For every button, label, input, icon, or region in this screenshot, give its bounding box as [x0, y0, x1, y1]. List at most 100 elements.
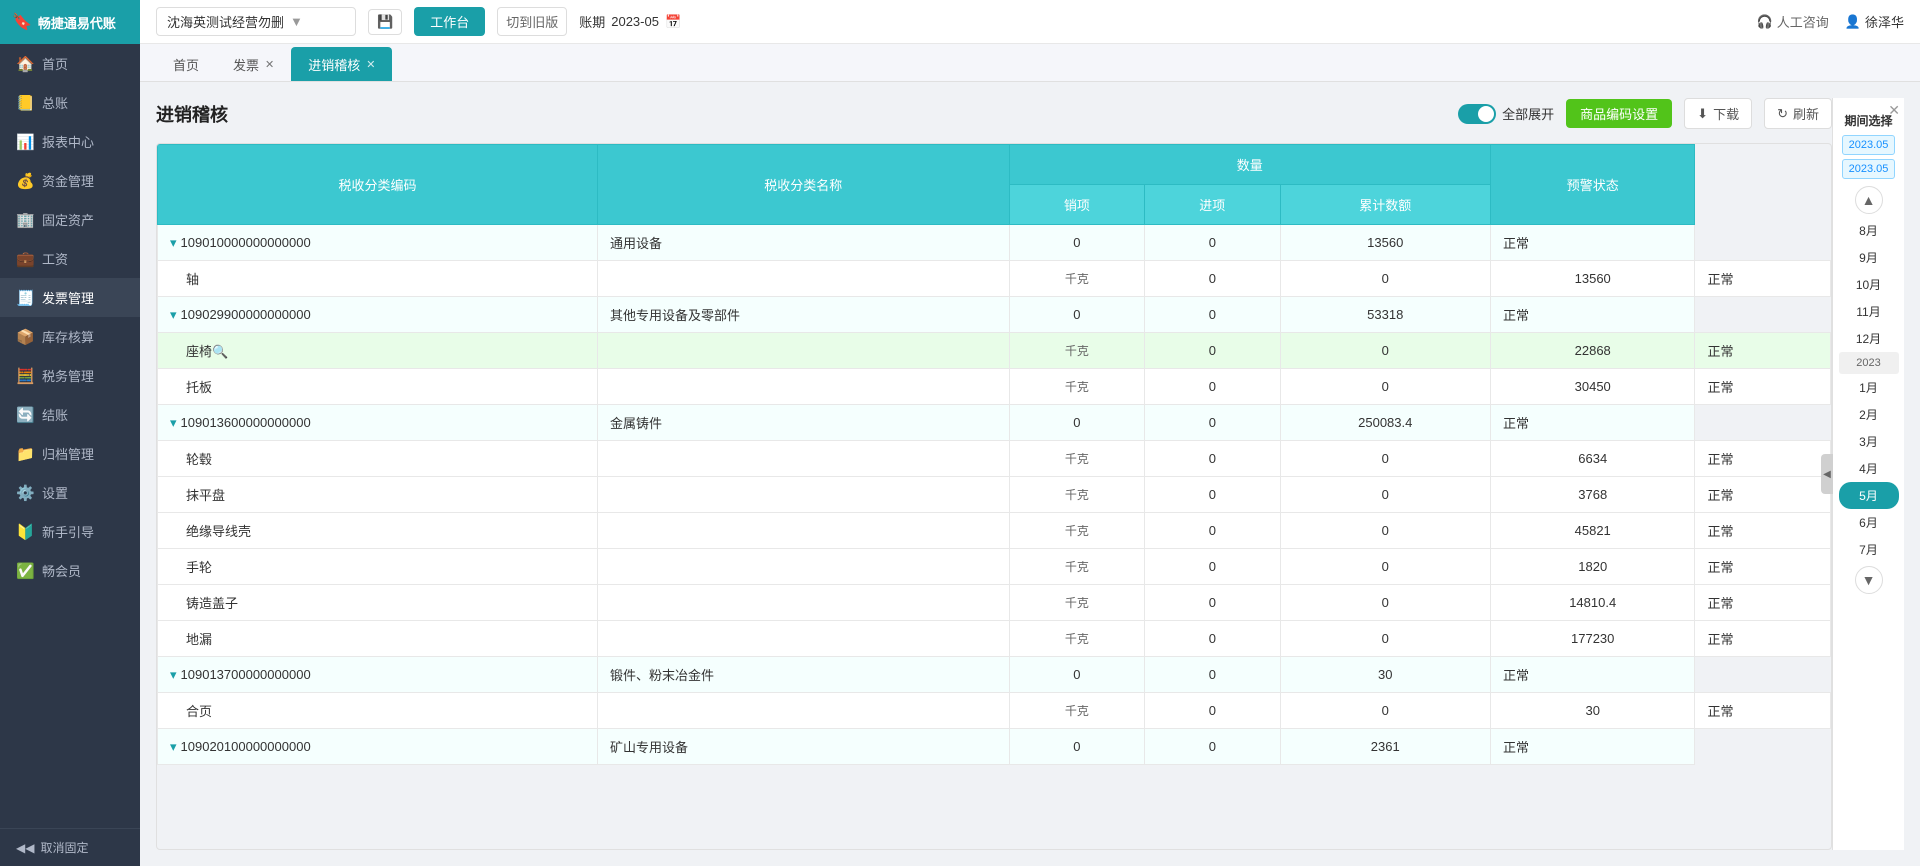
switch-version-button[interactable]: 切到旧版: [497, 7, 567, 36]
cell-unit: 千克: [1009, 261, 1144, 297]
month-item[interactable]: 10月: [1839, 271, 1899, 298]
cell-warning: 正常: [1695, 261, 1831, 297]
home-icon: 🏠: [16, 55, 34, 73]
workbench-button[interactable]: 工作台: [414, 7, 485, 36]
expand-toggle-switch[interactable]: [1458, 104, 1496, 124]
tab-invoice-close[interactable]: ✕: [265, 58, 274, 71]
sidebar-item-invoices[interactable]: 🧾 发票管理: [0, 278, 140, 317]
app-logo: 🔖 畅捷通易代账: [0, 0, 140, 44]
sidebar-label-inventory: 库存核算: [42, 327, 94, 346]
sidebar-item-reports[interactable]: 📊 报表中心: [0, 122, 140, 161]
tab-invoice[interactable]: 发票 ✕: [216, 47, 291, 81]
invoices-icon: 🧾: [16, 289, 34, 307]
month-item[interactable]: 11月: [1839, 298, 1899, 325]
tab-reconcile-label: 进销稽核: [308, 55, 360, 74]
sidebar-item-home[interactable]: 🏠 首页: [0, 44, 140, 83]
cell-cumulative: 30: [1280, 657, 1490, 693]
cell-sales: 0: [1145, 333, 1280, 369]
cell-code: ▾109020100000000000: [158, 729, 598, 765]
sidebar-item-archive[interactable]: 📁 归档管理: [0, 434, 140, 473]
tab-reconcile[interactable]: 进销稽核 ✕: [291, 47, 392, 81]
refresh-button[interactable]: ↻ 刷新: [1764, 98, 1832, 129]
refresh-icon: ↻: [1777, 106, 1788, 122]
cell-cumulative: 250083.4: [1280, 405, 1490, 441]
search-icon[interactable]: 🔍: [212, 344, 228, 359]
sidebar-item-inventory[interactable]: 📦 库存核算: [0, 317, 140, 356]
month-list: 8月9月10月11月12月20231月2月3月4月5月6月7月: [1839, 217, 1899, 563]
month-item[interactable]: 6月: [1839, 509, 1899, 536]
month-item[interactable]: 3月: [1839, 428, 1899, 455]
th-cumulative: 累计数额: [1280, 185, 1490, 225]
cell-name: 合页: [158, 693, 598, 729]
period-value: 2023-05: [611, 14, 659, 29]
cell-warning: 正常: [1490, 405, 1695, 441]
page-title: 进销稽核: [156, 101, 228, 127]
sidebar-item-ledger[interactable]: 📒 总账: [0, 83, 140, 122]
cell-cumulative: 1820: [1490, 549, 1695, 585]
user-icon: 👤: [1845, 14, 1861, 30]
sidebar-item-settings[interactable]: ⚙️ 设置: [0, 473, 140, 512]
month-item[interactable]: 7月: [1839, 536, 1899, 563]
sidebar-item-payroll[interactable]: 💼 工资: [0, 239, 140, 278]
table-row: ▾109010000000000000 通用设备 0 0 13560 正常: [158, 225, 1831, 261]
cell-warning: 正常: [1695, 621, 1831, 657]
logo-icon: 🔖: [12, 12, 32, 32]
cell-name: 座椅🔍: [158, 333, 598, 369]
expand-all-toggle[interactable]: 全部展开: [1458, 104, 1554, 124]
cell-desc: [597, 261, 1009, 297]
company-selector[interactable]: 沈海英测试经营勿删 ▼: [156, 7, 356, 36]
cell-warning: 正常: [1695, 333, 1831, 369]
panel-toggle-button[interactable]: ◀: [1821, 454, 1833, 494]
cell-purchase: 0: [1280, 477, 1490, 513]
tab-home[interactable]: 首页: [156, 47, 216, 81]
sidebar-item-member[interactable]: ✅ 畅会员: [0, 551, 140, 590]
sidebar-unpin[interactable]: ◀◀ 取消固定: [0, 828, 140, 866]
sidebar-label-archive: 归档管理: [42, 444, 94, 463]
save-button[interactable]: 💾: [368, 9, 402, 35]
month-item[interactable]: 4月: [1839, 455, 1899, 482]
month-item[interactable]: 9月: [1839, 244, 1899, 271]
sidebar-item-assets[interactable]: 🏢 固定资产: [0, 200, 140, 239]
sidebar-item-guide[interactable]: 🔰 新手引导: [0, 512, 140, 551]
guide-icon: 🔰: [16, 523, 34, 541]
data-table-wrapper[interactable]: 税收分类编码 税收分类名称 数量 预警状态 销项 进项 累计数额: [156, 143, 1832, 850]
period-selector[interactable]: 账期 2023-05 📅: [579, 12, 681, 31]
user-menu[interactable]: 👤 徐泽华: [1845, 12, 1904, 31]
tab-reconcile-close[interactable]: ✕: [366, 58, 375, 71]
cell-name: 通用设备: [597, 225, 1009, 261]
cell-purchase: 0: [1280, 261, 1490, 297]
sidebar: 🔖 畅捷通易代账 🏠 首页 📒 总账 📊 报表中心 💰 资金管理 🏢 固定资产 …: [0, 0, 140, 866]
service-button[interactable]: 🎧 人工咨询: [1757, 12, 1829, 31]
download-button[interactable]: ⬇ 下载: [1684, 98, 1752, 129]
cell-desc: [597, 441, 1009, 477]
table-row: 轮毂 千克 0 0 6634 正常: [158, 441, 1831, 477]
capital-icon: 💰: [16, 172, 34, 190]
cell-cumulative: 53318: [1280, 297, 1490, 333]
period-row-1: 2023.05: [1842, 135, 1896, 155]
month-item[interactable]: 12月: [1839, 325, 1899, 352]
panel-down-arrow[interactable]: ▼: [1855, 566, 1883, 594]
cell-warning: 正常: [1695, 477, 1831, 513]
table-row: 合页 千克 0 0 30 正常: [158, 693, 1831, 729]
month-item[interactable]: 8月: [1839, 217, 1899, 244]
cell-code: ▾109013700000000000: [158, 657, 598, 693]
close-panel-button[interactable]: ✕: [1888, 102, 1900, 119]
cell-purchase: 0: [1145, 405, 1280, 441]
th-warning: 预警状态: [1490, 145, 1695, 225]
panel-up-arrow[interactable]: ▲: [1855, 186, 1883, 214]
cell-name: 托板: [158, 369, 598, 405]
table-row: ▾109020100000000000 矿山专用设备 0 0 2361 正常: [158, 729, 1831, 765]
sidebar-item-settlement[interactable]: 🔄 结账: [0, 395, 140, 434]
cell-name: 其他专用设备及零部件: [597, 297, 1009, 333]
ledger-icon: 📒: [16, 94, 34, 112]
sidebar-item-tax[interactable]: 🧮 税务管理: [0, 356, 140, 395]
product-code-button[interactable]: 商品编码设置: [1566, 99, 1672, 128]
cell-name: 轮毂: [158, 441, 598, 477]
tab-home-label: 首页: [173, 55, 199, 74]
month-item[interactable]: 5月: [1839, 482, 1899, 509]
th-tax-name: 税收分类名称: [597, 145, 1009, 225]
month-item[interactable]: 1月: [1839, 374, 1899, 401]
sidebar-item-capital[interactable]: 💰 资金管理: [0, 161, 140, 200]
month-item[interactable]: 2月: [1839, 401, 1899, 428]
cell-cumulative: 30: [1490, 693, 1695, 729]
